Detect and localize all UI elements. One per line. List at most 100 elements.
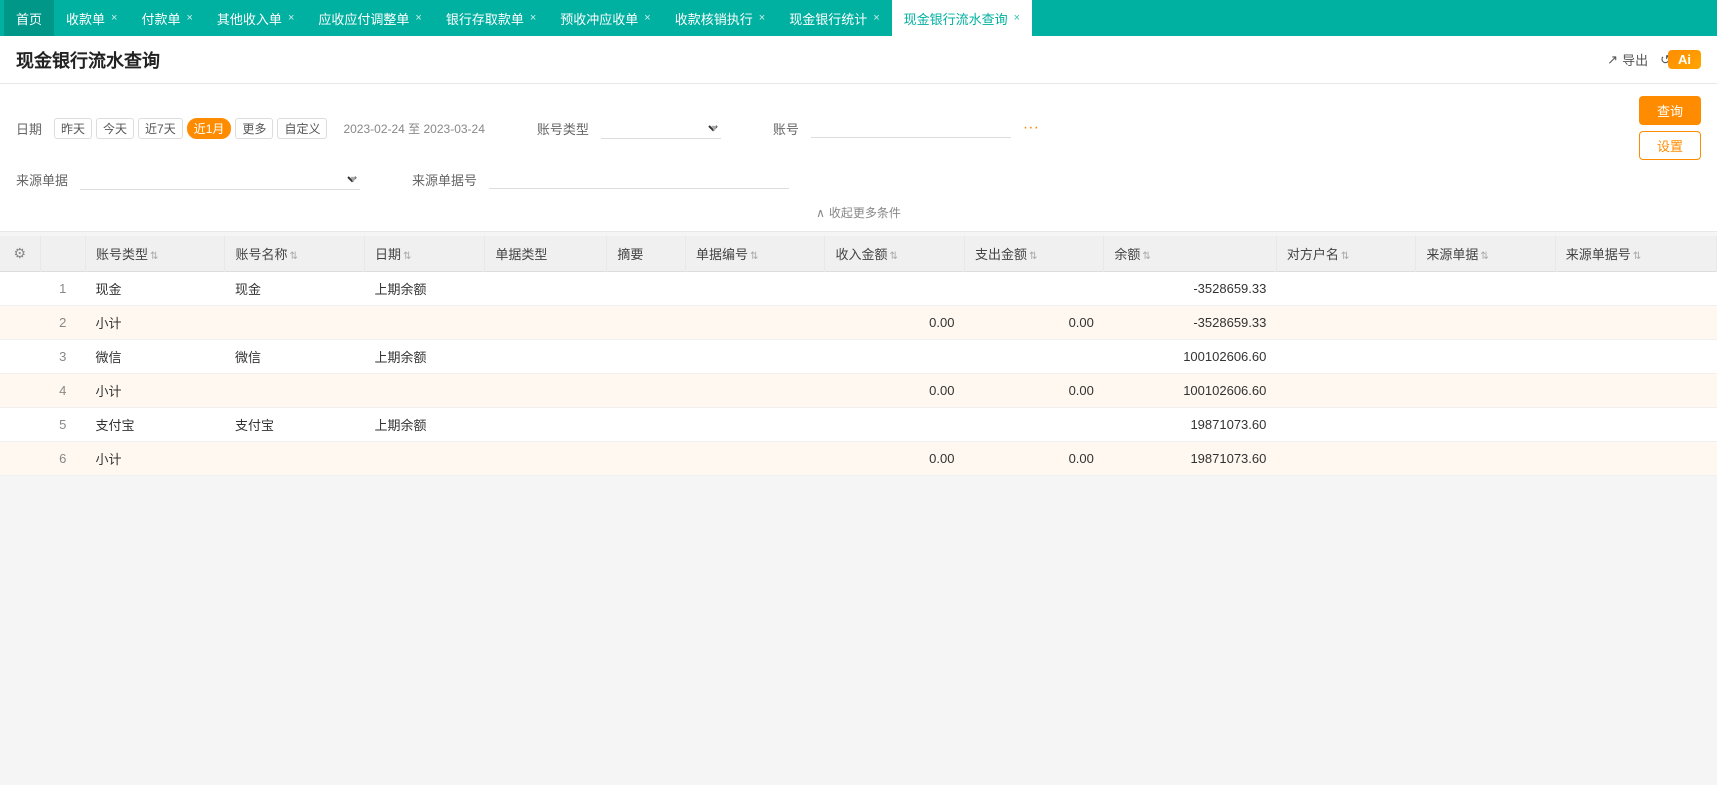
export-button[interactable]: ↗ 导出 (1607, 50, 1648, 69)
cell-summary (607, 272, 686, 306)
cell-counterparty (1276, 306, 1415, 340)
source-doc-select[interactable] (80, 168, 360, 190)
table-header-row: ⚙ 账号类型⇅ 账号名称⇅ 日期⇅ 单据类型 摘要 单据编号⇅ 收入金额⇅ 支出… (0, 236, 1717, 272)
nav-tab-首页[interactable]: 首页 (4, 0, 54, 36)
account-label: 账号 (773, 119, 799, 138)
account-ellipsis[interactable]: ··· (1023, 119, 1039, 137)
col-gear[interactable]: ⚙ (0, 236, 40, 272)
account-type-select[interactable]: 现金 微信 支付宝 (601, 117, 721, 139)
cell-income (825, 408, 964, 442)
cell-idx: 3 (40, 340, 86, 374)
col-source-doc[interactable]: 来源单据⇅ (1416, 236, 1555, 272)
cell-account-type: 微信 (86, 340, 225, 374)
cell-summary (607, 306, 686, 340)
cell-doc-no (686, 306, 825, 340)
col-expense[interactable]: 支出金额⇅ (964, 236, 1103, 272)
cell-source-doc-no (1555, 306, 1716, 340)
cell-account-name: 现金 (225, 272, 364, 306)
cell-date: 上期余额 (364, 340, 484, 374)
close-tab-icon[interactable]: × (288, 12, 294, 24)
col-doc-no[interactable]: 单据编号⇅ (686, 236, 825, 272)
cell-balance: 100102606.60 (1104, 374, 1276, 408)
nav-tab-付款单[interactable]: 付款单× (129, 0, 204, 36)
cell-doc-no (686, 272, 825, 306)
gear-icon[interactable]: ⚙ (13, 245, 26, 261)
nav-tab-现金银行统计[interactable]: 现金银行统计× (777, 0, 891, 36)
cell-account-name: 支付宝 (225, 408, 364, 442)
close-tab-icon[interactable]: × (530, 12, 536, 24)
sort-icon-expense: ⇅ (1029, 251, 1037, 262)
settings-button[interactable]: 设置 (1639, 131, 1701, 160)
cell-account-name (225, 306, 364, 340)
col-account-type[interactable]: 账号类型⇅ (86, 236, 225, 272)
date-label: 日期 (16, 119, 42, 138)
source-doc-no-input[interactable] (489, 169, 789, 189)
nav-tab-现金银行流水查询[interactable]: 现金银行流水查询× (892, 0, 1032, 36)
nav-tab-收款单[interactable]: 收款单× (54, 0, 129, 36)
date-btn-custom[interactable]: 自定义 (277, 118, 327, 139)
cell-doc-no (686, 374, 825, 408)
date-btn-1month[interactable]: 近1月 (187, 118, 232, 139)
col-income[interactable]: 收入金额⇅ (825, 236, 964, 272)
sort-icon-account-type: ⇅ (150, 251, 158, 262)
col-source-doc-no[interactable]: 来源单据号⇅ (1555, 236, 1716, 272)
cell-idx: 2 (40, 306, 86, 340)
filter-row-2: 来源单据 来源单据号 (16, 168, 1701, 190)
sort-icon-source-doc: ⇅ (1480, 251, 1488, 262)
col-doc-type: 单据类型 (485, 236, 607, 272)
nav-tab-预收冲应收单[interactable]: 预收冲应收单× (548, 0, 662, 36)
cell-date (364, 374, 484, 408)
close-tab-icon[interactable]: × (644, 12, 650, 24)
close-tab-icon[interactable]: × (186, 12, 192, 24)
cell-doc-type (485, 306, 607, 340)
sort-icon-balance: ⇅ (1142, 251, 1150, 262)
cell-balance: 19871073.60 (1104, 442, 1276, 476)
cell-account-name (225, 442, 364, 476)
close-tab-icon[interactable]: × (759, 12, 765, 24)
table-row: 1 现金 现金 上期余额 -3528659.33 (0, 272, 1717, 306)
col-balance[interactable]: 余额⇅ (1104, 236, 1276, 272)
cell-expense: 0.00 (964, 306, 1103, 340)
table-row: 4 小计 0.00 0.00 100102606.60 (0, 374, 1717, 408)
table-body: 1 现金 现金 上期余额 -3528659.33 2 小计 0.00 0.00 … (0, 272, 1717, 476)
cell-counterparty (1276, 374, 1415, 408)
cell-expense: 0.00 (964, 374, 1103, 408)
cell-balance: 100102606.60 (1104, 340, 1276, 374)
nav-tab-应收应付调整单[interactable]: 应收应付调整单× (306, 0, 433, 36)
sort-icon-date: ⇅ (403, 251, 411, 262)
table-area: ⚙ 账号类型⇅ 账号名称⇅ 日期⇅ 单据类型 摘要 单据编号⇅ 收入金额⇅ 支出… (0, 236, 1717, 476)
close-tab-icon[interactable]: × (111, 12, 117, 24)
date-btn-7days[interactable]: 近7天 (138, 118, 183, 139)
source-doc-select-wrapper (80, 168, 360, 190)
ai-badge[interactable]: Ai (1668, 50, 1701, 69)
date-btn-today[interactable]: 今天 (96, 118, 134, 139)
cell-source-doc (1416, 306, 1555, 340)
export-icon: ↗ (1607, 52, 1618, 68)
source-doc-no-label: 来源单据号 (412, 170, 477, 189)
col-date[interactable]: 日期⇅ (364, 236, 484, 272)
cell-income: 0.00 (825, 374, 964, 408)
cell-doc-type (485, 408, 607, 442)
table-row: 2 小计 0.00 0.00 -3528659.33 (0, 306, 1717, 340)
nav-tab-银行存取款单[interactable]: 银行存取款单× (434, 0, 548, 36)
cell-summary (607, 442, 686, 476)
close-tab-icon[interactable]: × (873, 12, 879, 24)
account-input[interactable] (811, 118, 1011, 138)
query-button[interactable]: 查询 (1639, 96, 1701, 125)
date-btn-yesterday[interactable]: 昨天 (54, 118, 92, 139)
close-tab-icon[interactable]: × (415, 12, 421, 24)
col-account-name[interactable]: 账号名称⇅ (225, 236, 364, 272)
cell-source-doc (1416, 272, 1555, 306)
cell-summary (607, 340, 686, 374)
cell-doc-no (686, 408, 825, 442)
cell-source-doc (1416, 408, 1555, 442)
collapse-button[interactable]: ∧ 收起更多条件 (816, 204, 901, 221)
nav-tab-其他收入单[interactable]: 其他收入单× (205, 0, 306, 36)
date-btn-more[interactable]: 更多 (235, 118, 273, 139)
nav-tab-收款核销执行[interactable]: 收款核销执行× (663, 0, 777, 36)
col-counterparty[interactable]: 对方户名⇅ (1276, 236, 1415, 272)
cell-counterparty (1276, 408, 1415, 442)
cell-source-doc-no (1555, 442, 1716, 476)
cell-account-type: 小计 (86, 306, 225, 340)
close-tab-icon[interactable]: × (1014, 12, 1020, 24)
